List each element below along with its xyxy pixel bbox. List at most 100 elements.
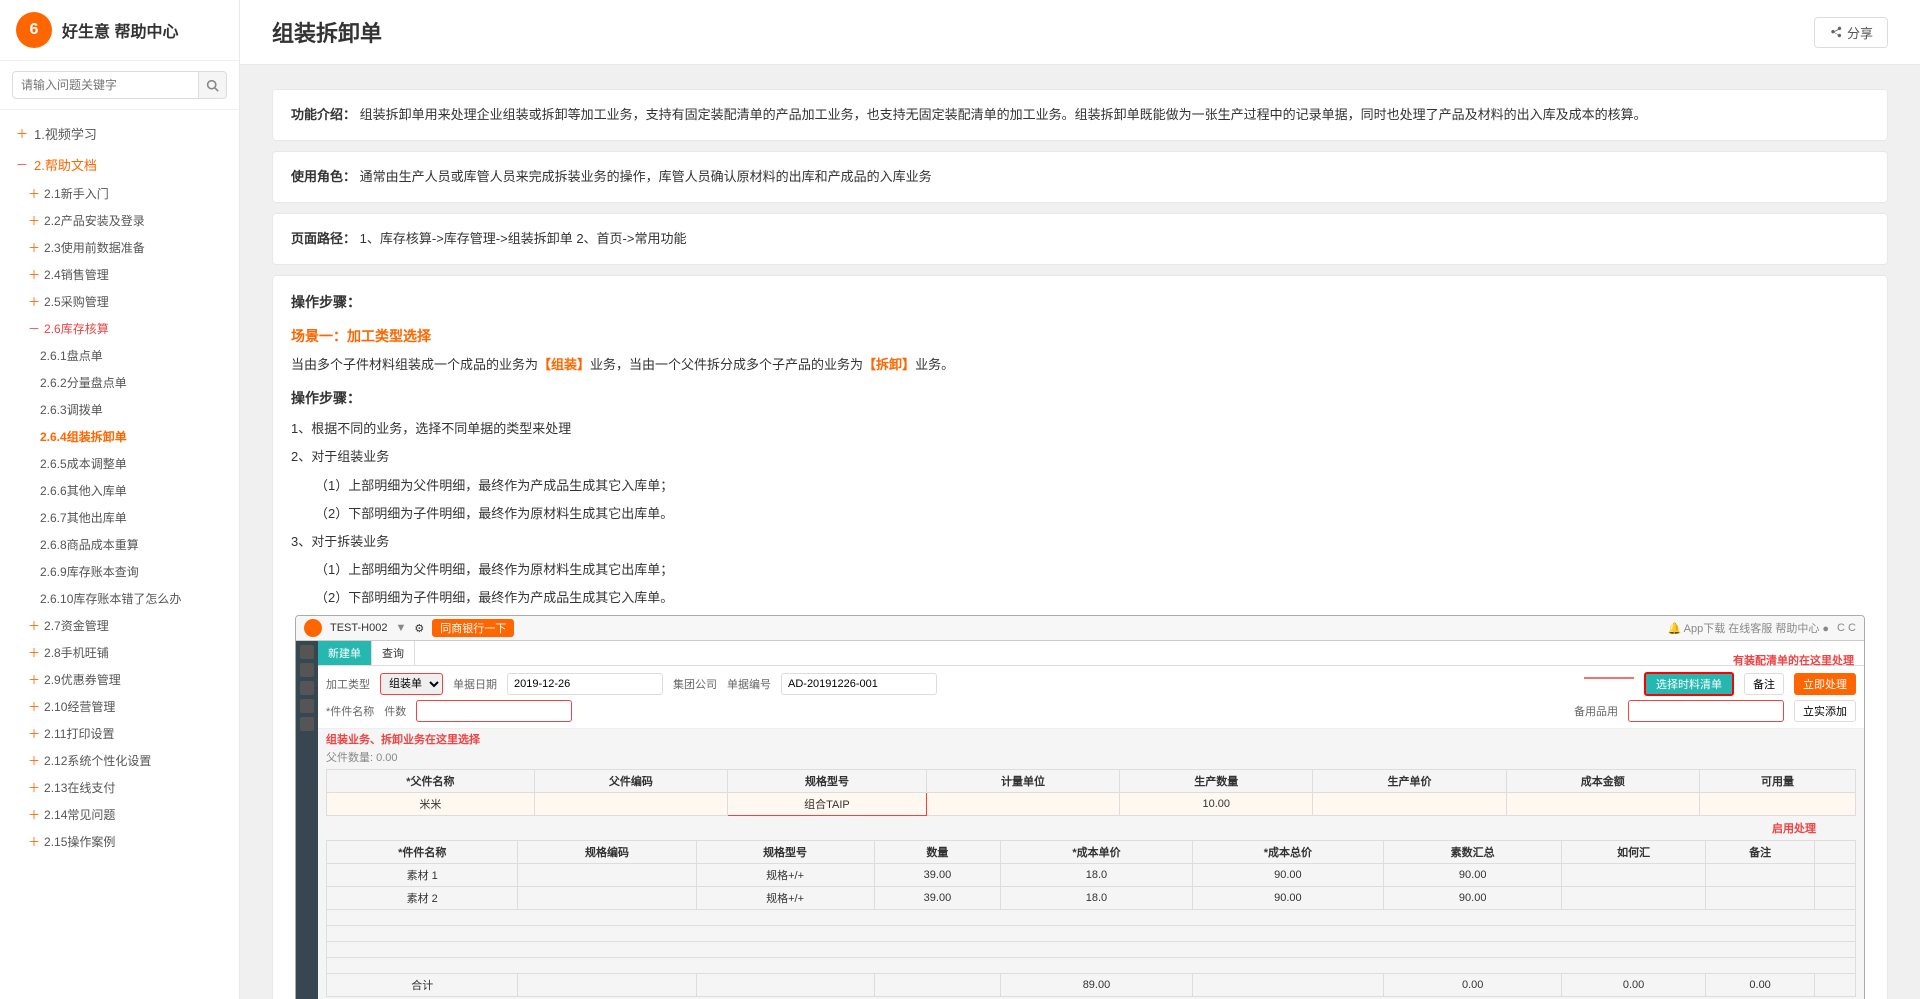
sidebar-item-install[interactable]: ＋2.2产品安装及登录 (28, 207, 239, 234)
sidebar-item-cases[interactable]: ＋2.15操作案例 (28, 828, 239, 855)
sidebar-item-i269[interactable]: 2.6.9库存账本查询 (40, 558, 239, 585)
annotation-arrow1 (1584, 668, 1644, 691)
icon-sidebar-item (300, 645, 314, 659)
scene1-title: 场景一：加工类型选择 (291, 326, 1869, 346)
search-input[interactable] (12, 71, 199, 99)
sidebar: 6 好生意 帮助中心 ＋ 1.视频学习 － 2.帮助文档 ＋2.1新手入门 (0, 0, 240, 999)
annotation-text1: 有装配清单的在这里处理 (1733, 652, 1854, 668)
mock-tabs: 新建单 查询 (318, 641, 1864, 666)
form-order-label: 单据编号 (727, 676, 771, 692)
sidebar-item-i2610[interactable]: 2.6.10库存账本错了怎么办 (40, 585, 239, 612)
func-intro-text: 组装拆卸单用来处理企业组装或拆卸等加工业务，支持有固定装配清单的产品加工业务，也… (360, 107, 1647, 122)
table-row (327, 926, 1856, 942)
mock-lower-table-wrap: *件件名称 规格编码 规格型号 数量 *成本单价 *成本总价 素数汇总 如何汇 (318, 840, 1864, 999)
icon-sidebar (296, 641, 318, 999)
sidebar-item-i262[interactable]: 2.6.2分量盘点单 (40, 369, 239, 396)
sidebar-sub-inventory: 2.6.1盘点单 2.6.2分量盘点单 2.6.3调拨单 2.6.4组装拆卸单 … (28, 342, 239, 612)
annotation-area2: 组装业务、拆卸业务在这里选择 (318, 729, 1864, 749)
table-row (327, 942, 1856, 958)
process-btn[interactable]: 选择时料清单 (1644, 672, 1734, 696)
role-text: 通常由生产人员或库管人员来完成拆装业务的操作，库管人员确认原材料的出库和产成品的… (360, 169, 932, 184)
sidebar-item-capital[interactable]: ＋2.7资金管理 (28, 612, 239, 639)
mock-tab-new[interactable]: 新建单 (318, 641, 372, 665)
search-box (0, 61, 239, 110)
sidebar-item-data[interactable]: ＋2.3使用前数据准备 (28, 234, 239, 261)
annotation-area3: 启用处理 (318, 820, 1864, 836)
page-title: 组装拆卸单 (272, 16, 382, 48)
search-button[interactable] (199, 71, 227, 99)
nav-list: ＋ 1.视频学习 － 2.帮助文档 ＋2.1新手入门 ＋2.2产品安装及登录 ＋… (0, 110, 239, 999)
mock-lower-table: *件件名称 规格编码 规格型号 数量 *成本单价 *成本总价 素数汇总 如何汇 (326, 840, 1856, 997)
share-button[interactable]: 分享 (1814, 17, 1888, 48)
sidebar-item-purchase[interactable]: ＋2.5采购管理 (28, 288, 239, 315)
sidebar-item-operation[interactable]: ＋2.10经营管理 (28, 693, 239, 720)
sidebar-item-sales[interactable]: ＋2.4销售管理 (28, 261, 239, 288)
mock-upper-table: *父件名称 父件编码 规格型号 计量单位 生产数量 生产单价 成本金额 可用量 (326, 769, 1856, 816)
annotation-text2: 组装业务、拆卸业务在这里选择 (318, 729, 1864, 749)
sidebar-item-i268[interactable]: 2.6.8商品成本重算 (40, 531, 239, 558)
form-extra-btn1[interactable]: 备注 (1744, 673, 1784, 695)
mock-upper-table-wrap: 父件数量: 0.00 *父件名称 父件编码 规格型号 计量单位 (318, 749, 1864, 820)
step1: 1、根据不同的业务，选择不同单据的类型来处理 (291, 418, 1869, 440)
mock-tab-query[interactable]: 查询 (372, 641, 415, 665)
table-row (327, 958, 1856, 974)
sidebar-item-payment[interactable]: ＋2.13在线支付 (28, 774, 239, 801)
app-logo-icon: 6 (16, 12, 52, 48)
role-block: 使用角色： 通常由生产人员或库管人员来完成拆装业务的操作，库管人员确认原材料的出… (272, 151, 1888, 203)
form-type-label: 加工类型 (326, 676, 370, 692)
sidebar-item-inventory[interactable]: －2.6库存核算 (28, 315, 239, 342)
step2: 2、对于组装业务 (291, 446, 1869, 468)
app-topbar: TEST-H002 ▼ ⚙ 同商银行一下 🔔 App下载 在线客服 帮助中心 ●… (296, 616, 1864, 641)
table-row: 米米 组合TAIP 10.00 (327, 793, 1856, 816)
form-group-label: 集团公司 (673, 676, 717, 692)
app-id: TEST-H002 (330, 622, 387, 634)
form-save-btn[interactable]: 立即处理 (1794, 673, 1856, 695)
topbar-new-btn[interactable]: 同商银行一下 (432, 619, 514, 637)
sidebar-item-coupon[interactable]: ＋2.9优惠券管理 (28, 666, 239, 693)
sidebar-item-newcomer[interactable]: ＋2.1新手入门 (28, 180, 239, 207)
step3-subs: （1）上部明细为父件明细，最终作为原材料生成其它出库单； （2）下部明细为子件明… (291, 559, 1869, 609)
main-header: 组装拆卸单 分享 (240, 0, 1920, 65)
icon-sidebar-item (300, 717, 314, 731)
sidebar-item-i267[interactable]: 2.6.7其他出库单 (40, 504, 239, 531)
path-block: 页面路径： 1、库存核算->库存管理->组装拆卸单 2、首页->常用功能 (272, 213, 1888, 265)
plus-icon: ＋ (16, 125, 28, 142)
sidebar-item-faq[interactable]: ＋2.14常见问题 (28, 801, 239, 828)
table-row: 素材 1 规格+/+ 39.00 18.0 90.00 90.00 (327, 864, 1856, 887)
screenshot-app-window: TEST-H002 ▼ ⚙ 同商银行一下 🔔 App下载 在线客服 帮助中心 ●… (295, 615, 1865, 999)
sidebar-item-i261[interactable]: 2.6.1盘点单 (40, 342, 239, 369)
sidebar-item-system[interactable]: ＋2.12系统个性化设置 (28, 747, 239, 774)
mock-form: 加工类型 组装单 拆卸单 单据日期 集团公司 单据编号 (318, 666, 1864, 729)
step2-sub1: （1）上部明细为父件明细，最终作为产成品生成其它入库单； (315, 475, 1869, 497)
sidebar-item-i263[interactable]: 2.6.3调拨单 (40, 396, 239, 423)
form-remarks-input[interactable] (1628, 700, 1784, 722)
sidebar-item-i265[interactable]: 2.6.5成本调整单 (40, 450, 239, 477)
form-type-select[interactable]: 组装单 拆卸单 (380, 673, 443, 695)
app-main-area: 新建单 查询 加工类型 组装单 拆卸单 (318, 641, 1864, 999)
sidebar-item-i264[interactable]: 2.6.4组装拆卸单 (40, 423, 239, 450)
form-order-input[interactable] (781, 673, 937, 695)
table-row: 素材 2 规格+/+ 39.00 18.0 90.00 90.00 (327, 887, 1856, 910)
app-logo-text: 好生意 帮助中心 (62, 18, 178, 42)
form-pieces-input[interactable] (416, 700, 572, 722)
path-text: 1、库存核算->库存管理->组装拆卸单 2、首页->常用功能 (360, 231, 687, 246)
icon-sidebar-item (300, 663, 314, 677)
icon-sidebar-item (300, 699, 314, 713)
screenshot-wrapper: TEST-H002 ▼ ⚙ 同商银行一下 🔔 App下载 在线客服 帮助中心 ●… (291, 615, 1869, 999)
lower-table-header-row: *件件名称 规格编码 规格型号 数量 *成本单价 *成本总价 素数汇总 如何汇 (327, 841, 1856, 864)
sidebar-item-i266[interactable]: 2.6.6其他入库单 (40, 477, 239, 504)
sidebar-item-print[interactable]: ＋2.11打印设置 (28, 720, 239, 747)
form-confirm-btn[interactable]: 立实添加 (1794, 700, 1856, 722)
step2-sub2: （2）下部明细为子件明细，最终作为原材料生成其它出库单。 (315, 503, 1869, 525)
upper-table-toolbar: 父件数量: 0.00 (326, 749, 1856, 765)
step3: 3、对于拆装业务 (291, 531, 1869, 553)
search-icon (206, 79, 219, 92)
form-date-input[interactable] (507, 673, 663, 695)
upper-table-header-row: *父件名称 父件编码 规格型号 计量单位 生产数量 生产单价 成本金额 可用量 (327, 770, 1856, 793)
sidebar-item-mobile[interactable]: ＋2.8手机旺铺 (28, 639, 239, 666)
mock-form-row2: *件件名称 件数 备用品用 立实添加 (326, 700, 1856, 722)
sidebar-item-videos[interactable]: ＋ 1.视频学习 (0, 118, 239, 149)
path-label: 页面路径： (291, 231, 356, 246)
sidebar-sub-docs: ＋2.1新手入门 ＋2.2产品安装及登录 ＋2.3使用前数据准备 ＋2.4销售管… (0, 180, 239, 855)
sidebar-item-docs[interactable]: － 2.帮助文档 (0, 149, 239, 180)
